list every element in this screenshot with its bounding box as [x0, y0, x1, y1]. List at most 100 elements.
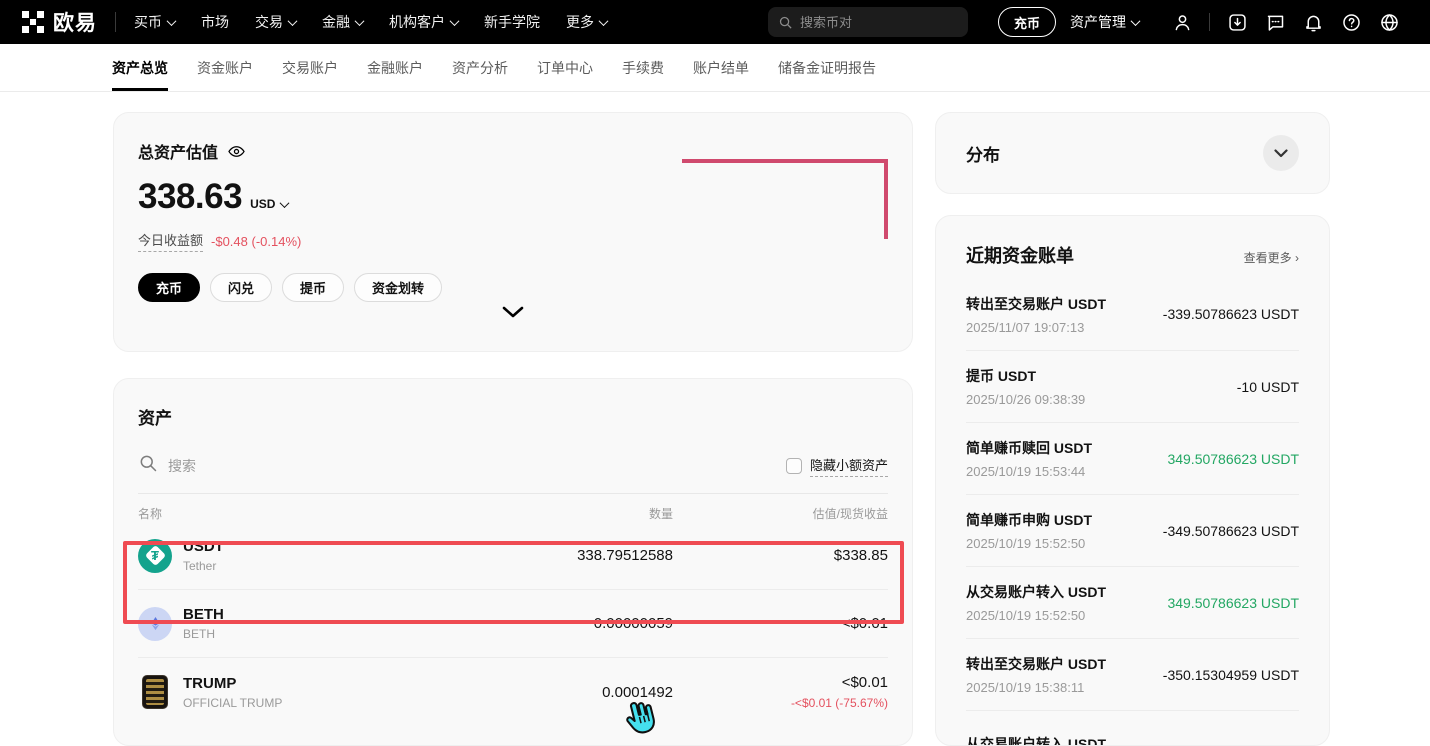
distribution-expand-button[interactable] [1263, 135, 1299, 171]
asset-row-usdt[interactable]: ₮ USDT Tether 338.79512588 $338.85 [138, 522, 888, 590]
chevron-down-icon [287, 15, 298, 26]
deposit-action-button[interactable]: 充币 [138, 273, 201, 302]
okx-logo[interactable]: 欧易 [22, 7, 97, 37]
tab-assets-overview[interactable]: 资产总览 [112, 44, 168, 91]
nav-item-academy[interactable]: 新手学院 [484, 12, 540, 32]
asset-row-beth[interactable]: BETH BETH 0.00000059 <$0.01 [138, 590, 888, 658]
tab-account-statement[interactable]: 账户结单 [693, 44, 749, 91]
nav-item-more[interactable]: 更多 [566, 12, 609, 32]
chevron-down-icon [598, 15, 609, 26]
right-column: 分布 近期资金账单 查看更多 › 转出至交易账户 USDT 2025/11/07 … [935, 112, 1330, 746]
primary-nav: 买币 市场 交易 金融 机构客户 新手学院 更多 [134, 12, 609, 32]
pair-search-input[interactable] [799, 14, 950, 30]
bill-item[interactable]: 简单赚币申购 USDT 2025/10/19 15:52:50 -349.5078… [966, 494, 1299, 566]
help-button[interactable] [1332, 7, 1370, 37]
col-header-amount: 数量 [648, 507, 673, 521]
asset-amount: 338.79512588 [577, 547, 673, 564]
nav-item-finance[interactable]: 金融 [322, 12, 365, 32]
bills-list: 转出至交易账户 USDT 2025/11/07 19:07:13 -339.507… [966, 278, 1299, 745]
support-chat-button[interactable] [1256, 7, 1294, 37]
hide-small-assets-checkbox[interactable] [785, 457, 802, 474]
nav-item-institutional[interactable]: 机构客户 [389, 12, 460, 32]
user-profile-button[interactable] [1163, 7, 1201, 37]
tab-fees[interactable]: 手续费 [622, 44, 664, 91]
usdt-coin-icon: ₮ [138, 538, 172, 573]
asset-name: OFFICIAL TRUMP [183, 695, 283, 710]
expand-summary-chevron[interactable] [502, 305, 524, 324]
asset-symbol: TRUMP [183, 674, 237, 692]
pair-search-box[interactable] [767, 7, 968, 37]
nav-right-group: 充币 资产管理 [767, 7, 1408, 37]
distribution-title: 分布 [966, 145, 1000, 165]
bill-amount: -350.15304959 USDT [1162, 666, 1299, 683]
bill-item[interactable]: 转出至交易账户 USDT 2025/11/07 19:07:13 -339.507… [966, 278, 1299, 350]
asset-amount: 0.00000059 [593, 615, 673, 632]
globe-icon [1380, 13, 1398, 31]
okx-logo-icon [22, 11, 44, 33]
today-pnl-value: -$0.48 (-0.14%) [211, 233, 302, 249]
asset-amount: 0.0001492 [602, 683, 673, 701]
bill-amount: -10 USDT [1236, 378, 1299, 395]
bill-item[interactable]: 从交易账户转入 USDT [966, 710, 1299, 745]
bell-icon [1305, 15, 1321, 31]
asset-value: <$0.01 -<$0.01 (-75.67%) [673, 674, 888, 710]
distribution-card: 分布 [935, 112, 1330, 194]
search-icon [138, 453, 158, 478]
chevron-down-icon [166, 15, 177, 26]
assets-title: 资产 [138, 409, 172, 428]
tab-funding-account[interactable]: 资金账户 [197, 44, 253, 91]
today-pnl-label[interactable]: 今日收益额 [138, 230, 204, 252]
eye-icon[interactable] [227, 142, 246, 161]
bill-amount: -349.50786623 USDT [1162, 522, 1299, 539]
tab-finance-account[interactable]: 金融账户 [367, 44, 423, 91]
hide-small-assets-toggle[interactable]: 隐藏小额资产 [785, 455, 888, 477]
asset-symbol: USDT [183, 538, 224, 555]
withdraw-action-button[interactable]: 提币 [282, 273, 345, 302]
tab-proof-of-reserves[interactable]: 储备金证明报告 [778, 44, 876, 91]
asset-row-trump[interactable]: TRUMP OFFICIAL TRUMP 0.0001492 <$0.01 -<… [138, 658, 888, 726]
convert-action-button[interactable]: 闪兑 [210, 273, 273, 302]
recent-bills-card: 近期资金账单 查看更多 › 转出至交易账户 USDT 2025/11/07 19:… [935, 215, 1330, 746]
tab-asset-analysis[interactable]: 资产分析 [452, 44, 508, 91]
chevron-down-icon [354, 15, 365, 26]
nav-item-buy-crypto[interactable]: 买币 [134, 12, 177, 32]
trump-coin-icon [142, 675, 168, 709]
asset-value-change: -<$0.01 (-75.67%) [790, 696, 888, 710]
assets-search-input[interactable] [168, 457, 786, 474]
download-app-button[interactable] [1218, 7, 1256, 37]
nav-divider [1209, 13, 1210, 31]
tab-trading-account[interactable]: 交易账户 [282, 44, 338, 91]
currency-selector[interactable]: USD [250, 197, 290, 211]
annotation-line-vertical [884, 159, 888, 239]
nav-item-markets[interactable]: 市场 [201, 12, 229, 32]
divider [138, 493, 888, 494]
annotation-line-horizontal [682, 159, 888, 163]
main-content: 总资产估值 338.63 USD 今日收益额 -$0.48 (-0.14%) 充… [0, 92, 1430, 746]
account-tabbar: 资产总览 资金账户 交易账户 金融账户 资产分析 订单中心 手续费 账户结单 储… [0, 44, 1430, 92]
beth-coin-icon [138, 606, 172, 641]
left-column: 总资产估值 338.63 USD 今日收益额 -$0.48 (-0.14%) 充… [113, 112, 913, 746]
notifications-button[interactable] [1294, 7, 1332, 37]
nav-item-trade[interactable]: 交易 [255, 12, 298, 32]
asset-value: <$0.01 [841, 615, 888, 632]
bill-item[interactable]: 转出至交易账户 USDT 2025/10/19 15:38:11 -350.153… [966, 638, 1299, 710]
bill-amount: 349.50786623 USDT [1167, 594, 1299, 611]
view-more-link[interactable]: 查看更多 › [1244, 249, 1299, 266]
asset-value: $338.85 [833, 547, 888, 564]
bill-item[interactable]: 简单赚币赎回 USDT 2025/10/19 15:53:44 349.50786… [966, 422, 1299, 494]
assets-table-header: 名称 数量 估值/现货收益 [138, 505, 888, 522]
asset-management-menu[interactable]: 资产管理 [1070, 12, 1141, 32]
chevron-down-icon [502, 306, 524, 318]
chevron-down-icon [1274, 148, 1288, 157]
language-button[interactable] [1370, 7, 1408, 37]
bill-item[interactable]: 提币 USDT 2025/10/26 09:38:39 -10 USDT [966, 350, 1299, 422]
bill-item[interactable]: 从交易账户转入 USDT 2025/10/19 15:52:50 349.5078… [966, 566, 1299, 638]
transfer-action-button[interactable]: 资金划转 [354, 273, 443, 302]
bill-amount: 349.50786623 USDT [1167, 450, 1299, 467]
deposit-button[interactable]: 充币 [997, 7, 1056, 37]
bill-amount: -339.50786623 USDT [1162, 306, 1299, 322]
assets-card: 资产 隐藏小额资产 名称 数量 估值/现货收益 ₮ U [113, 378, 913, 746]
search-icon [779, 16, 792, 29]
okx-logo-text: 欧易 [53, 12, 97, 35]
tab-order-center[interactable]: 订单中心 [537, 44, 593, 91]
